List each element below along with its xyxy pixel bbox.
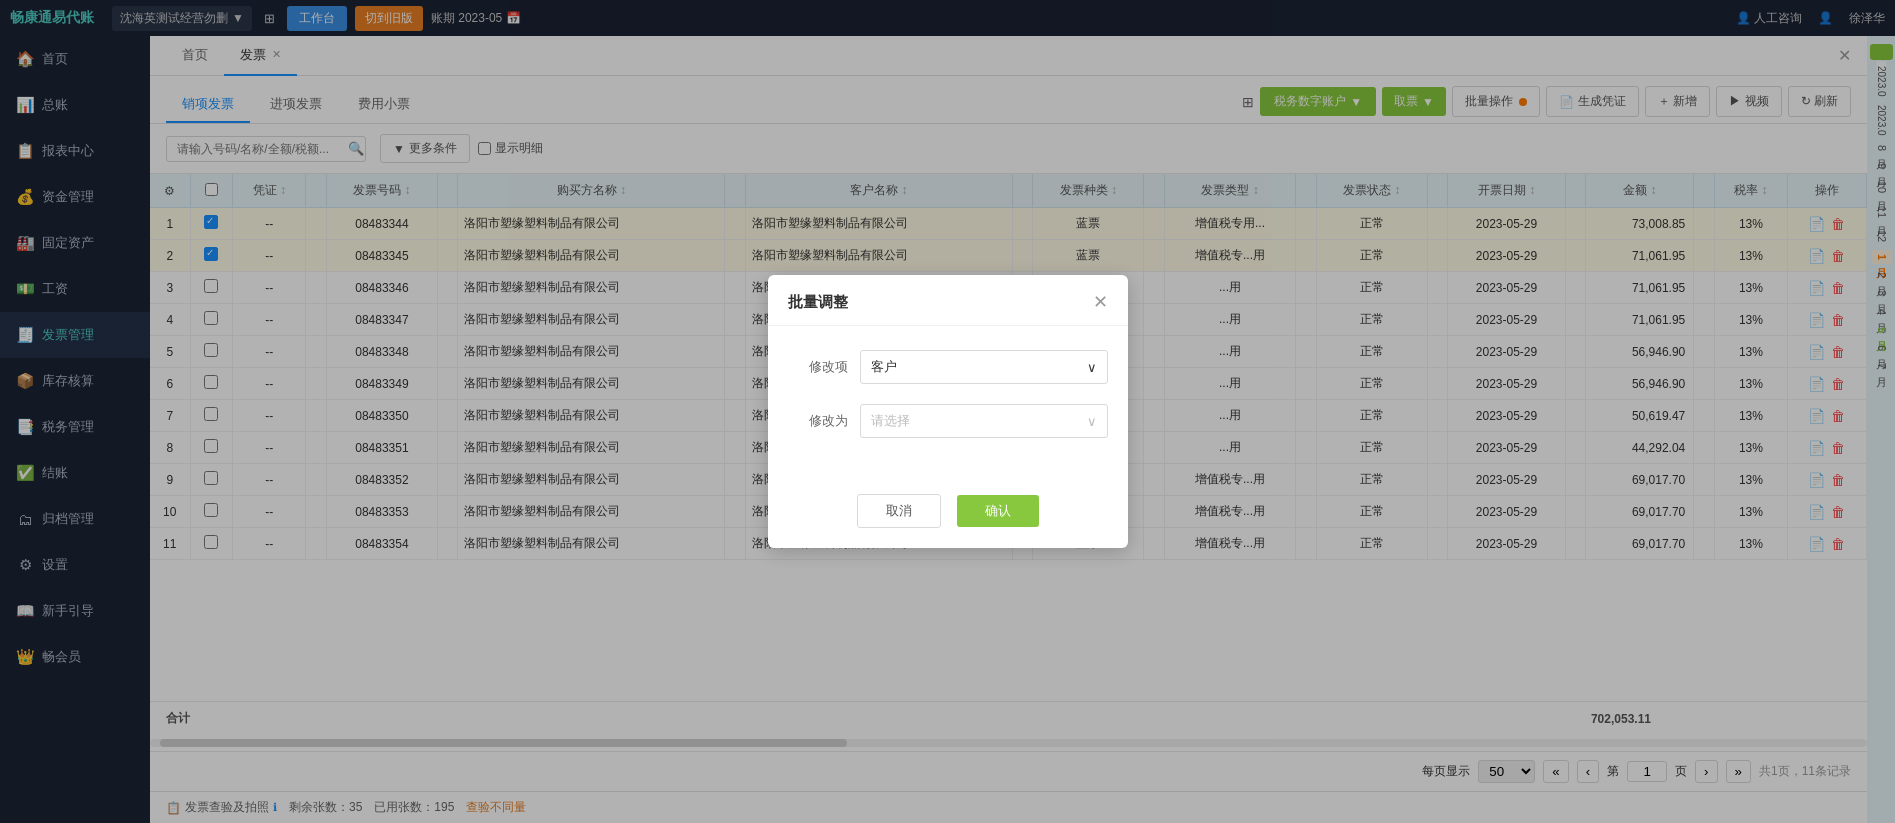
field-label: 修改项 [788,358,848,376]
modal-footer: 取消 确认 [768,482,1128,548]
modal-overlay: 批量调整 ✕ 修改项 客户 ∨ 修改为 请选择 ∨ 取消 确认 [0,0,1895,823]
value-select[interactable]: 请选择 ∨ [860,404,1108,438]
value-chevron-icon: ∨ [1087,414,1097,429]
modal-body: 修改项 客户 ∨ 修改为 请选择 ∨ [768,326,1128,482]
cancel-button[interactable]: 取消 [857,494,941,528]
form-row-value: 修改为 请选择 ∨ [788,404,1108,438]
batch-adjust-modal: 批量调整 ✕ 修改项 客户 ∨ 修改为 请选择 ∨ 取消 确认 [768,275,1128,548]
confirm-button[interactable]: 确认 [957,495,1039,527]
field-chevron-icon: ∨ [1087,360,1097,375]
field-value: 客户 [871,358,897,376]
field-select[interactable]: 客户 ∨ [860,350,1108,384]
modal-close-button[interactable]: ✕ [1093,291,1108,313]
value-placeholder: 请选择 [871,412,910,430]
value-label: 修改为 [788,412,848,430]
modal-header: 批量调整 ✕ [768,275,1128,326]
form-row-field: 修改项 客户 ∨ [788,350,1108,384]
modal-title: 批量调整 [788,293,848,312]
